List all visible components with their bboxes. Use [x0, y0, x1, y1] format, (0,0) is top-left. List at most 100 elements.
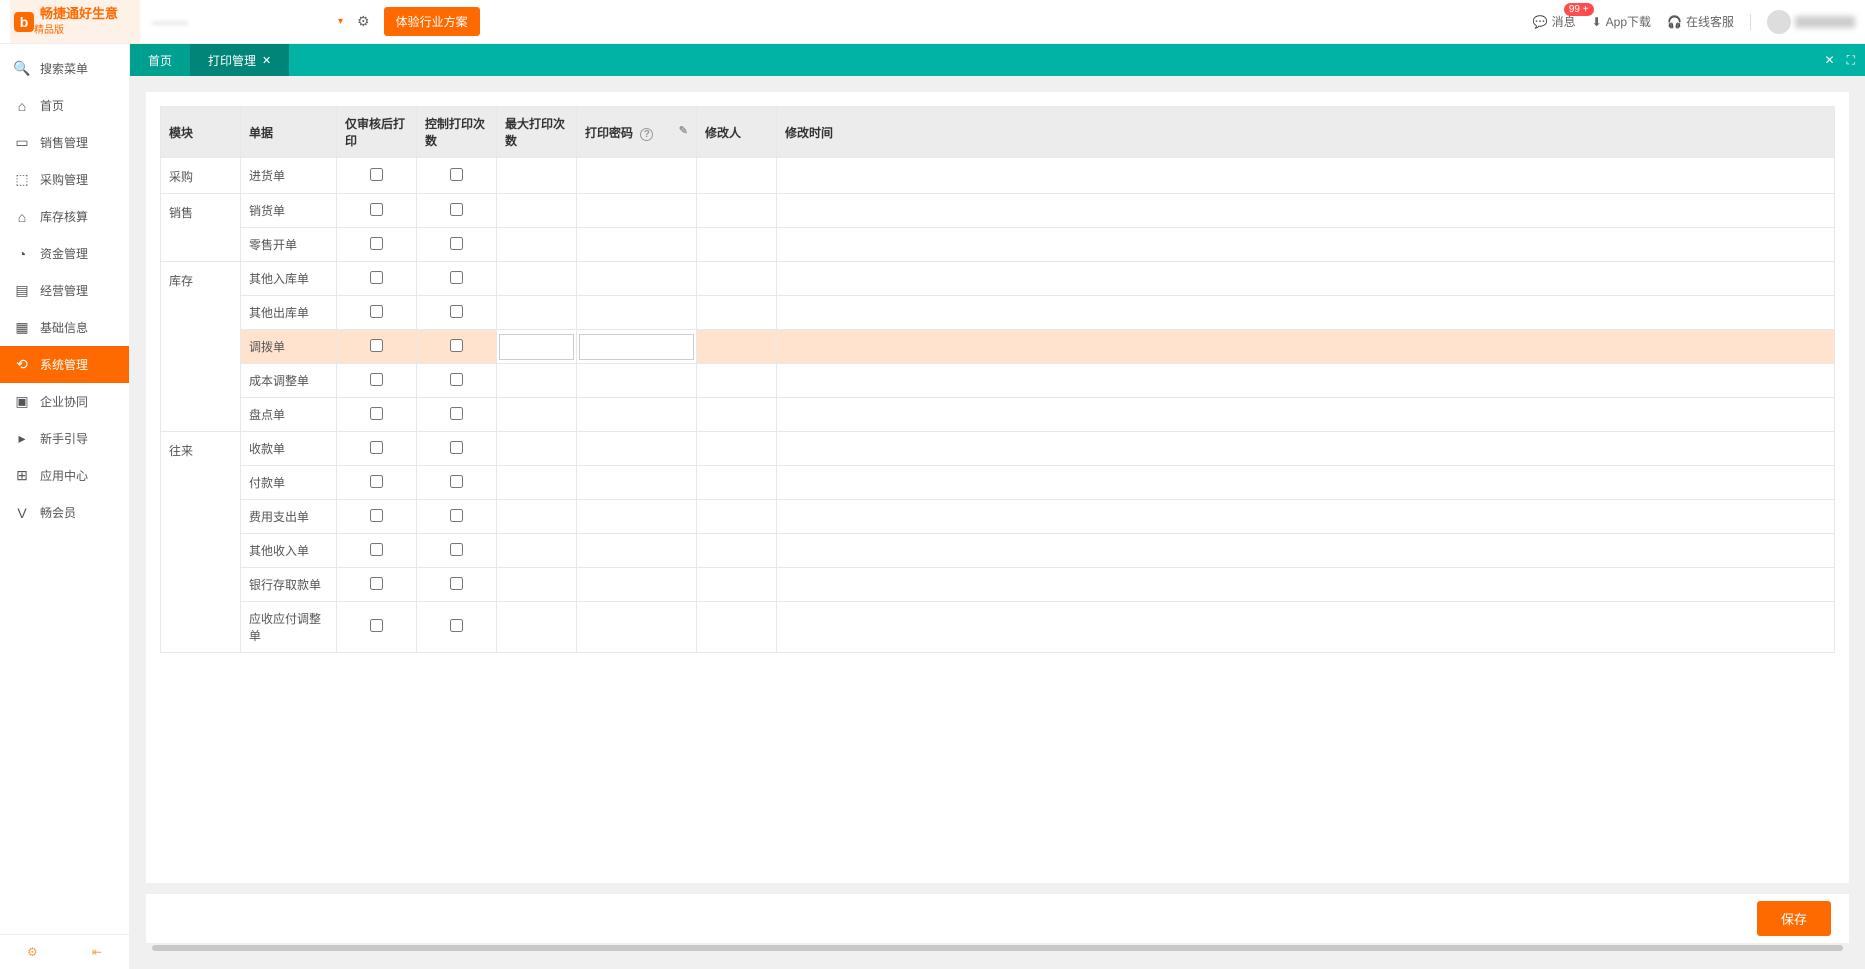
side-purchase[interactable]: ⬚采购管理: [0, 161, 129, 198]
cell-audit-only: [337, 568, 417, 602]
audit-only-checkbox[interactable]: [370, 339, 383, 352]
edit-icon[interactable]: ✎: [679, 124, 688, 137]
control-count-checkbox[interactable]: [450, 509, 463, 522]
audit-only-checkbox[interactable]: [370, 305, 383, 318]
control-count-checkbox[interactable]: [450, 305, 463, 318]
side-collab-label: 企业协同: [40, 393, 88, 410]
divider: [1750, 14, 1751, 30]
side-guide[interactable]: ▸新手引导: [0, 420, 129, 457]
cell-modified-at: [777, 296, 1835, 330]
close-all-icon[interactable]: ✕: [1825, 53, 1835, 67]
cell-audit-only: [337, 500, 417, 534]
control-count-checkbox[interactable]: [450, 577, 463, 590]
side-vip[interactable]: V 畅会员: [0, 494, 129, 531]
audit-only-checkbox[interactable]: [370, 373, 383, 386]
cell-control-count: [417, 568, 497, 602]
cell-audit-only: [337, 432, 417, 466]
audit-only-checkbox[interactable]: [370, 577, 383, 590]
messages-link[interactable]: 💬 消息: [1533, 13, 1576, 30]
cell-max-count: [497, 296, 577, 330]
audit-only-checkbox[interactable]: [370, 441, 383, 454]
control-count-checkbox[interactable]: [450, 543, 463, 556]
side-sales-icon: ▭: [14, 135, 30, 151]
th-bill: 单据: [241, 107, 337, 158]
audit-only-checkbox[interactable]: [370, 203, 383, 216]
audit-only-checkbox[interactable]: [370, 168, 383, 181]
tabbar-actions: ✕ ⛶: [1825, 44, 1865, 76]
side-finance[interactable]: ◔资金管理: [0, 235, 129, 272]
tab-home[interactable]: 首页: [130, 44, 190, 76]
audit-only-checkbox[interactable]: [370, 543, 383, 556]
cell-modifier: [697, 296, 777, 330]
control-count-checkbox[interactable]: [450, 475, 463, 488]
side-inventory[interactable]: ⌂库存核算: [0, 198, 129, 235]
audit-only-checkbox[interactable]: [370, 407, 383, 420]
control-count-checkbox[interactable]: [450, 168, 463, 181]
audit-only-checkbox[interactable]: [370, 271, 383, 284]
max-count-input[interactable]: [499, 334, 574, 360]
save-button[interactable]: 保存: [1757, 901, 1831, 936]
control-count-checkbox[interactable]: [450, 237, 463, 250]
help-icon[interactable]: ?: [640, 128, 653, 141]
gear-icon[interactable]: ⚙: [357, 13, 370, 30]
brand-edition: 精品版: [34, 21, 118, 36]
cell-bill: 销货单: [241, 194, 337, 228]
cell-max-count: [497, 568, 577, 602]
audit-only-checkbox[interactable]: [370, 619, 383, 632]
sidebar-list: 🔍搜索菜单⌂首页▭销售管理⬚采购管理⌂库存核算◔资金管理▤经营管理▦基础信息⟲系…: [0, 44, 129, 934]
side-vip-label: 畅会员: [40, 504, 76, 521]
tab-home-label: 首页: [148, 52, 172, 69]
side-basicinfo[interactable]: ▦基础信息: [0, 309, 129, 346]
table-row: 库存其他入库单: [161, 262, 1835, 296]
control-count-checkbox[interactable]: [450, 407, 463, 420]
control-count-checkbox[interactable]: [450, 373, 463, 386]
password-input[interactable]: [579, 334, 694, 360]
control-count-checkbox[interactable]: [450, 619, 463, 632]
side-search[interactable]: 🔍搜索菜单: [0, 50, 129, 87]
collapse-icon[interactable]: ⇤: [92, 945, 102, 959]
horizontal-scrollbar[interactable]: [146, 943, 1849, 953]
side-apps-label: 应用中心: [40, 467, 88, 484]
side-apps[interactable]: ⊞应用中心: [0, 457, 129, 494]
cell-bill: 收款单: [241, 432, 337, 466]
brand-logo-icon: b: [14, 12, 34, 32]
support-link[interactable]: 🎧 在线客服: [1667, 13, 1734, 30]
chevron-down-icon[interactable]: ▾: [338, 16, 343, 27]
settings-icon[interactable]: ⚙: [27, 945, 38, 959]
side-sales[interactable]: ▭销售管理: [0, 124, 129, 161]
tab-print-management[interactable]: 打印管理 ✕: [190, 44, 289, 76]
topbar: b 畅捷通好生意 精品版 ——— ▾ ⚙ 体验行业方案 💬 消息 ⬇ App下载…: [0, 0, 1865, 44]
audit-only-checkbox[interactable]: [370, 237, 383, 250]
org-selector[interactable]: ———: [152, 15, 188, 29]
cell-audit-only: [337, 602, 417, 653]
print-settings-table: 模块 单据 仅审核后打印 控制打印次数 最大打印次数 打印密码 ? ✎ 修改人: [160, 106, 1835, 653]
cell-max-count: [497, 466, 577, 500]
side-system[interactable]: ⟲系统管理: [0, 346, 129, 383]
side-vip-icon: V: [14, 505, 30, 521]
close-icon[interactable]: ✕: [262, 54, 271, 67]
control-count-checkbox[interactable]: [450, 339, 463, 352]
side-operation[interactable]: ▤经营管理: [0, 272, 129, 309]
support-label: 在线客服: [1686, 13, 1734, 30]
cell-password: [577, 466, 697, 500]
app-download-link[interactable]: ⬇ App下载: [1592, 13, 1651, 30]
audit-only-checkbox[interactable]: [370, 509, 383, 522]
fullscreen-icon[interactable]: ⛶: [1847, 53, 1855, 68]
control-count-checkbox[interactable]: [450, 441, 463, 454]
cell-bill: 银行存取款单: [241, 568, 337, 602]
table-row: 采购进货单: [161, 158, 1835, 194]
promo-button[interactable]: 体验行业方案: [384, 7, 480, 36]
cell-modified-at: [777, 398, 1835, 432]
side-collab[interactable]: ▣企业协同: [0, 383, 129, 420]
control-count-checkbox[interactable]: [450, 203, 463, 216]
audit-only-checkbox[interactable]: [370, 475, 383, 488]
table-row: 往来收款单: [161, 432, 1835, 466]
side-home[interactable]: ⌂首页: [0, 87, 129, 124]
cell-bill: 盘点单: [241, 398, 337, 432]
control-count-checkbox[interactable]: [450, 271, 463, 284]
user-menu[interactable]: [1767, 10, 1855, 34]
cell-modifier: [697, 398, 777, 432]
scrollbar-thumb[interactable]: [152, 945, 1843, 951]
cell-password: [577, 194, 697, 228]
sidebar-footer: ⚙ ⇤: [0, 934, 129, 969]
